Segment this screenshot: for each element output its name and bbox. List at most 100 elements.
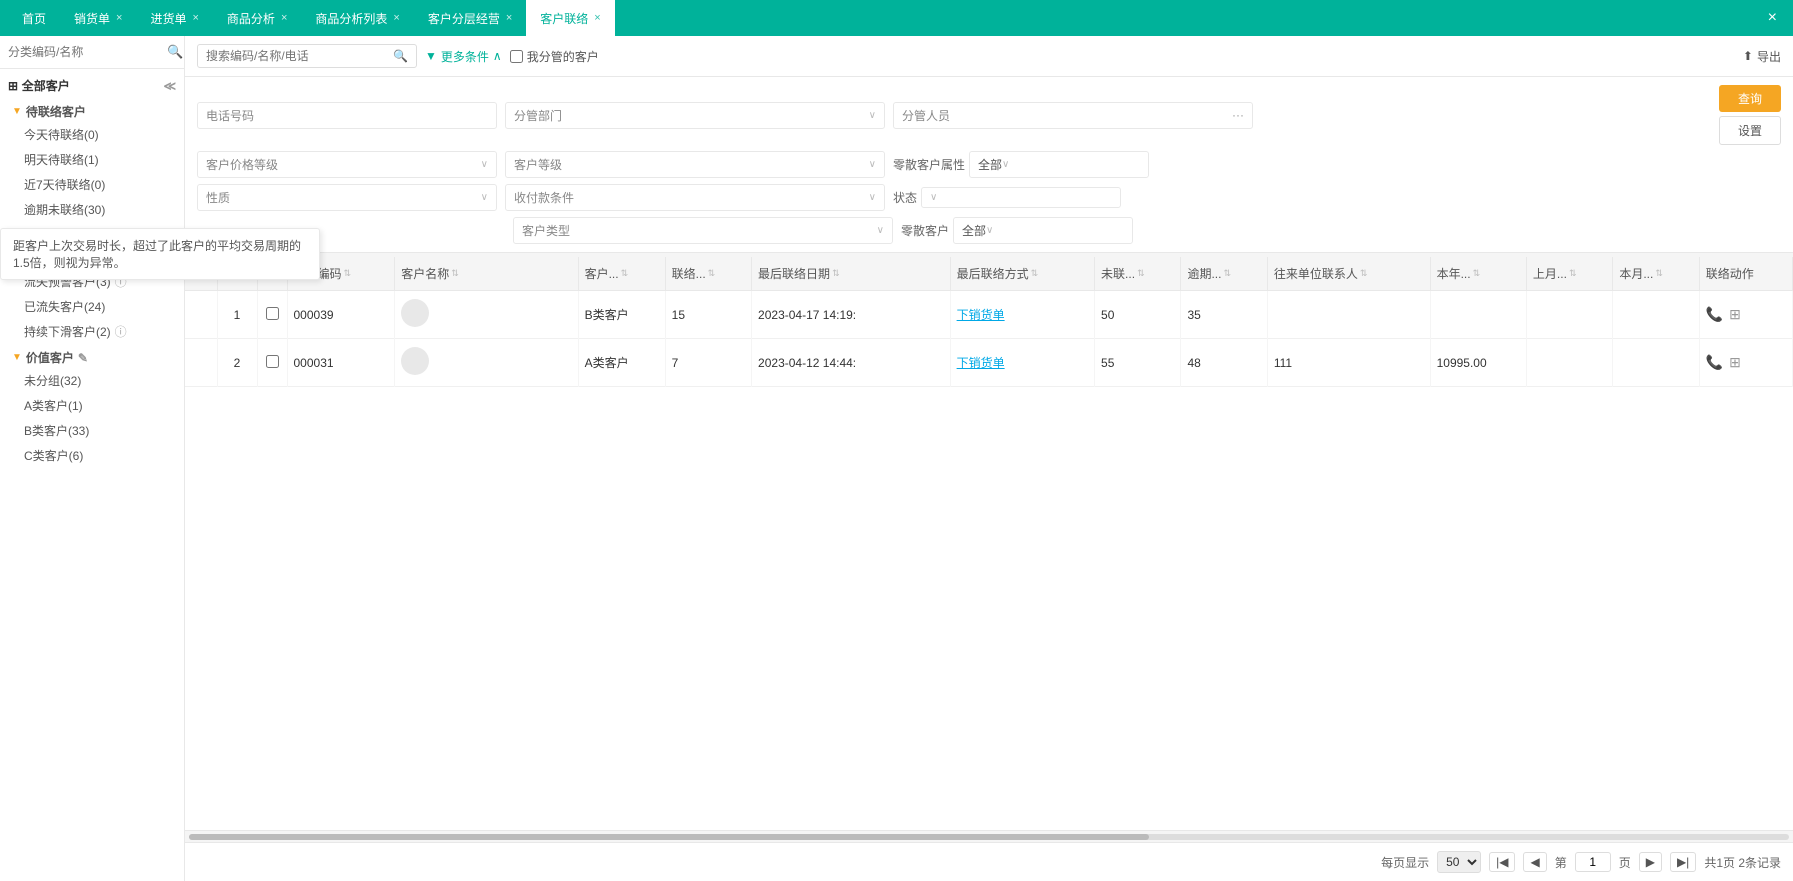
nav-customer-segment[interactable]: 客户分层经营 × [414,0,526,36]
sidebar-item-c-class[interactable]: C类客户(6) [0,443,184,468]
row2-this-year: 10995.00 [1437,356,1487,370]
sidebar-search-icon[interactable]: 🔍 [167,44,183,60]
window-close-button[interactable]: × [1760,9,1785,27]
triangle-icon-2: ▼ [12,352,22,363]
sidebar-item-today[interactable]: 今天待联络(0) [0,122,184,147]
sidebar-item-already-lost-label: 已流失客户(24) [24,298,105,315]
nav-sales-close[interactable]: × [116,12,122,24]
row2-checkbox[interactable] [266,355,279,368]
sidebar-item-tomorrow[interactable]: 明天待联络(1) [0,147,184,172]
info-icon-3[interactable]: ⓘ [115,323,127,340]
filter-more-conditions[interactable]: ▼ 更多条件 ∧ [425,48,502,65]
nav-customer-contact-close[interactable]: × [594,12,600,24]
first-page-button[interactable]: |◀ [1489,852,1515,872]
scroll-track[interactable] [189,834,1789,840]
sidebar-item-b-class[interactable]: B类客户(33) [0,418,184,443]
zero-attr-select[interactable]: 全部 ∨ [969,151,1149,178]
staff-filter[interactable]: 分管人员 ··· [893,102,1253,129]
prev-page-button[interactable]: ◀ [1523,852,1546,872]
nav-purchase-close[interactable]: × [192,12,198,24]
price-grade-filter[interactable]: 客户价格等级 ∨ [197,151,497,178]
nav-sales[interactable]: 销货单 × [60,0,136,36]
nav-home[interactable]: 首页 [8,0,60,36]
row2-num: 2 [234,356,241,370]
zero-customer-select[interactable]: 全部 ∨ [953,217,1133,244]
th-overdue[interactable]: 逾期...⇅ [1181,257,1267,291]
nav-analysis[interactable]: 商品分析 × [213,0,301,36]
customer-type-filter[interactable]: 客户类型 ∨ [513,217,893,244]
page-number-input[interactable] [1575,852,1611,872]
value-group-header[interactable]: ▼ 价值客户 ✎ [0,344,184,368]
row2-last-method[interactable]: 下销货单 [957,356,1005,370]
sidebar-search-input[interactable] [8,45,163,59]
sidebar-item-already-lost[interactable]: 已流失客户(24) [0,294,184,319]
th-this-year[interactable]: 本年...⇅ [1430,257,1526,291]
td-code-1[interactable]: 000039 [287,291,395,339]
th-grade[interactable]: 客户...⇅ [578,257,665,291]
advanced-filter: 电话号码 分管部门 ∨ 分管人员 ··· 查询 设置 客 [185,77,1793,253]
td-name-2[interactable] [395,339,578,387]
td-name-1[interactable] [395,291,578,339]
th-contact[interactable]: 联络...⇅ [665,257,751,291]
th-last-method[interactable]: 最后联络方式⇅ [950,257,1094,291]
td-code-2[interactable]: 000031 [287,339,395,387]
nav-analysis-list[interactable]: 商品分析列表 × [301,0,413,36]
all-customers-header[interactable]: ⊞ 全部客户 ≪ [0,69,184,98]
dept-filter[interactable]: 分管部门 ∨ [505,102,885,129]
th-overdue-label: 逾期... [1187,265,1221,282]
per-page-select[interactable]: 50 [1437,851,1481,873]
filter-search-icon[interactable]: 🔍 [393,49,408,63]
td-last-method-2[interactable]: 下销货单 [950,339,1094,387]
filter-search-input[interactable] [206,49,393,63]
th-this-month[interactable]: 本月...⇅ [1613,257,1699,291]
sidebar-item-continuous-down[interactable]: 持续下滑客户(2) ⓘ [0,319,184,344]
row1-last-method[interactable]: 下销货单 [957,308,1005,322]
nav-analysis-close[interactable]: × [281,12,287,24]
nav-customer-contact[interactable]: 客户联络 × [526,0,614,36]
grid-action-icon-1[interactable]: ⊞ [1729,306,1741,323]
edit-icon[interactable]: ✎ [78,351,88,365]
th-name[interactable]: 客户名称⇅ [395,257,578,291]
th-unit-contact[interactable]: 往来单位联系人⇅ [1267,257,1430,291]
payment-filter[interactable]: 收付款条件 ∨ [505,184,885,211]
last-page-button[interactable]: ▶| [1670,852,1696,872]
td-last-method-1[interactable]: 下销货单 [950,291,1094,339]
horizontal-scrollbar[interactable] [185,830,1793,842]
td-cb-2[interactable] [257,339,287,387]
th-grade-label: 客户... [585,265,619,282]
gender-filter[interactable]: 性质 ∨ [197,184,497,211]
settings-button[interactable]: 设置 [1719,116,1781,145]
query-button[interactable]: 查询 [1719,85,1781,112]
th-last-date[interactable]: 最后联络日期⇅ [752,257,951,291]
scroll-thumb[interactable] [189,834,1149,840]
next-page-button[interactable]: ▶ [1639,852,1662,872]
nav-analysis-list-close[interactable]: × [393,12,399,24]
filter-row-4: ... 客户类型 ∨ 零散客户 全部 ∨ [197,217,1781,244]
customer-grade-arrow: ∨ [869,159,876,170]
sidebar-item-overdue[interactable]: 逾期未联络(30) [0,197,184,222]
my-customer-checkbox[interactable] [510,50,523,63]
sidebar-item-ungroup[interactable]: 未分组(32) [0,368,184,393]
filter-search-box[interactable]: 🔍 [197,44,417,68]
grid-action-icon-2[interactable]: ⊞ [1729,354,1741,371]
nav-purchase[interactable]: 进货单 × [136,0,212,36]
staff-more-icon[interactable]: ··· [1232,108,1244,122]
pending-group-label[interactable]: ▼ 待联络客户 [0,98,184,122]
td-cb-1[interactable] [257,291,287,339]
phone-action-icon-1[interactable]: 📞 [1706,306,1723,323]
sidebar-collapse-icon[interactable]: ≪ [163,79,176,93]
top-navigation: 首页 销货单 × 进货单 × 商品分析 × 商品分析列表 × 客户分层经营 × … [0,0,1793,36]
nav-customer-segment-close[interactable]: × [506,12,512,24]
export-button[interactable]: ⬆ 导出 [1743,48,1781,65]
th-last-month[interactable]: 上月...⇅ [1526,257,1612,291]
table-header-row: ⚙ 客户编码⇅ 客户名称⇅ 客户...⇅ 联络...⇅ [185,257,1793,291]
customer-grade-filter[interactable]: 客户等级 ∨ [505,151,885,178]
status-select[interactable]: ∨ [921,187,1121,208]
payment-arrow: ∨ [869,192,876,203]
th-pending[interactable]: 未联...⇅ [1095,257,1181,291]
phone-action-icon-2[interactable]: 📞 [1706,354,1723,371]
sidebar-item-7days[interactable]: 近7天待联络(0) [0,172,184,197]
row1-checkbox[interactable] [266,307,279,320]
phone-filter[interactable]: 电话号码 [197,102,497,129]
sidebar-item-a-class[interactable]: A类客户(1) [0,393,184,418]
